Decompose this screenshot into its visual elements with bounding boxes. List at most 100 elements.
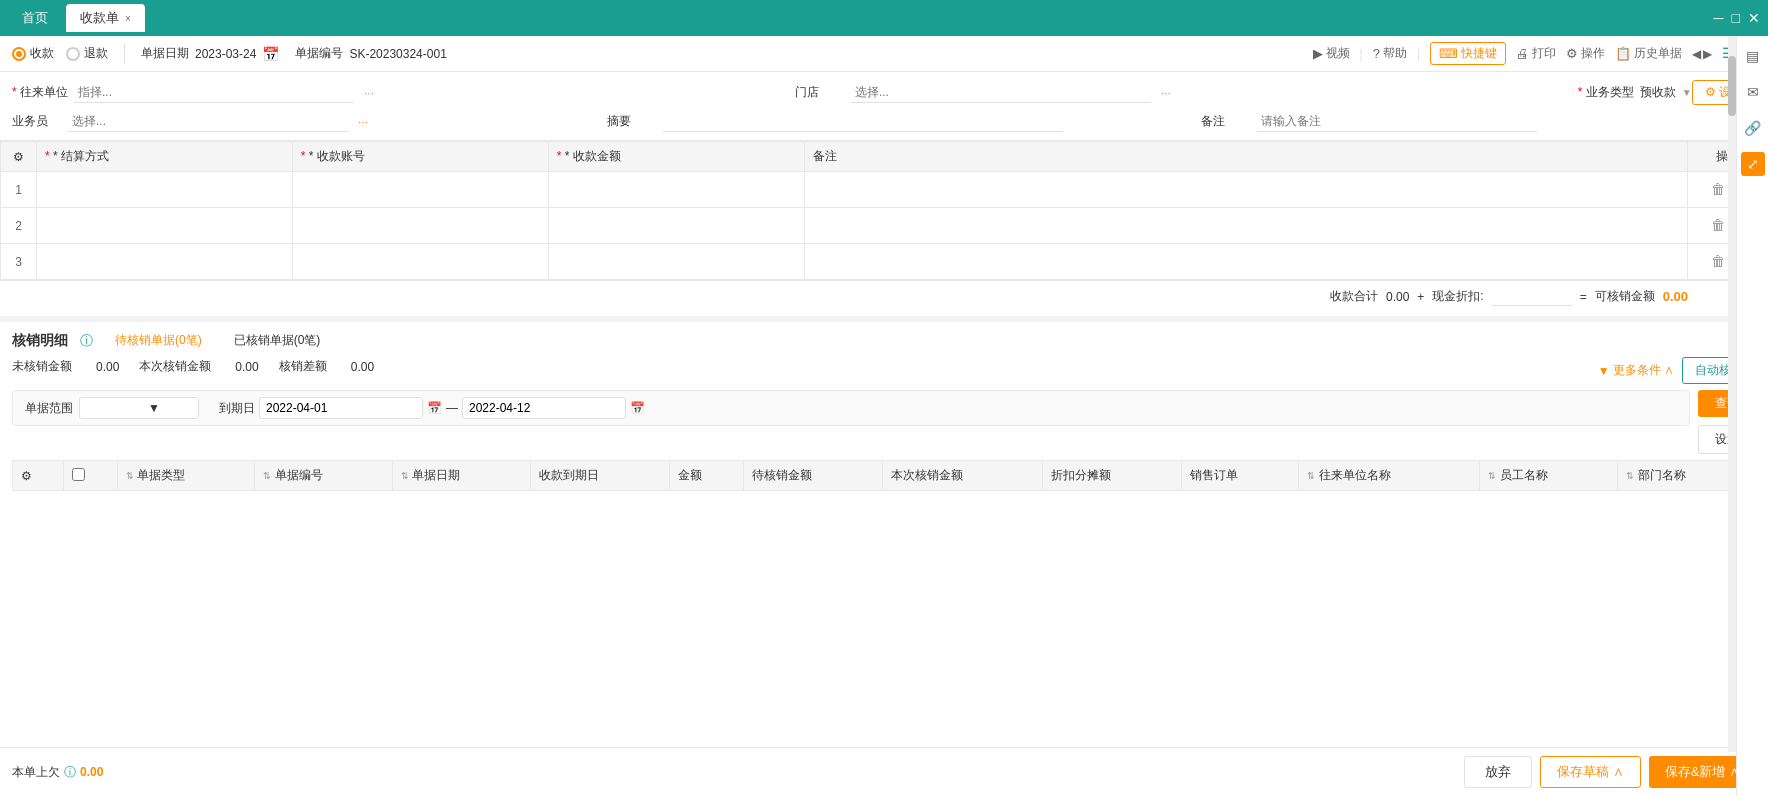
minimize-button[interactable]: ─ bbox=[1714, 10, 1724, 26]
calc-plus: + bbox=[1417, 290, 1424, 304]
calc-discount-label: 现金折扣: bbox=[1432, 288, 1483, 305]
history-action[interactable]: 📋 历史单据 bbox=[1615, 45, 1682, 62]
save-draft-button[interactable]: 保存草稿 ∧ bbox=[1540, 756, 1641, 788]
table-row: 1 🗑 ⧉ bbox=[1, 172, 1768, 208]
discard-button[interactable]: 放弃 bbox=[1464, 756, 1532, 788]
tab-bar: 首页 收款单 × ─ □ ✕ bbox=[0, 0, 1768, 36]
maximize-button[interactable]: □ bbox=[1732, 10, 1740, 26]
store-input[interactable] bbox=[851, 82, 1151, 103]
bottom-total: 本单上欠 ⓘ 0.00 bbox=[12, 764, 103, 781]
biz-type-dropdown[interactable]: ▼ bbox=[1682, 87, 1692, 98]
table-gear-col[interactable]: ⚙ bbox=[1, 142, 37, 172]
salesperson-input[interactable] bbox=[68, 111, 348, 132]
help-label: 帮助 bbox=[1383, 45, 1407, 62]
main-content: 收款 退款 单据日期 2023-03-24 📅 单据编号 SK-20230324… bbox=[0, 36, 1768, 796]
due-date-start[interactable] bbox=[259, 397, 423, 419]
remark-2[interactable] bbox=[804, 208, 1688, 244]
sidebar-link-icon[interactable]: 🔗 bbox=[1741, 116, 1765, 140]
calc-total-label: 收款合计 bbox=[1330, 288, 1378, 305]
sidebar-expand-icon[interactable]: ⤢ bbox=[1741, 152, 1765, 176]
operation-action[interactable]: ⚙ 操作 bbox=[1566, 45, 1605, 62]
account-3[interactable] bbox=[292, 244, 548, 280]
verify-title: 核销明细 bbox=[12, 332, 68, 350]
due-date-end[interactable] bbox=[462, 397, 626, 419]
settlement-2[interactable] bbox=[37, 208, 293, 244]
col-discount: 折扣分摊额 bbox=[1043, 461, 1182, 491]
account-2[interactable] bbox=[292, 208, 548, 244]
abstract-input[interactable] bbox=[663, 111, 1063, 132]
col-counterpart: ⇅ 往来单位名称 bbox=[1299, 461, 1480, 491]
range-select[interactable]: ▼ bbox=[79, 397, 199, 419]
remark-3[interactable] bbox=[804, 244, 1688, 280]
settlement-3[interactable] bbox=[37, 244, 293, 280]
verify-tab-pending-label: 待核销单据(0笔) bbox=[115, 332, 202, 349]
print-icon: 🖨 bbox=[1516, 46, 1529, 61]
settlement-1[interactable] bbox=[37, 172, 293, 208]
next-arrow[interactable]: ▶ bbox=[1703, 47, 1712, 61]
tab-receipt[interactable]: 收款单 × bbox=[66, 4, 145, 32]
calc-discount-input[interactable] bbox=[1492, 287, 1572, 306]
bottom-table: ⚙ ⇅ 单据类型 ⇅ 单据编号 ⇅ 单据日期 收款到期日 金额 待核销金额 本次… bbox=[12, 460, 1756, 739]
amount-2[interactable] bbox=[548, 208, 804, 244]
tab-home-label: 首页 bbox=[22, 9, 48, 27]
verify-info-icon[interactable]: ⓘ bbox=[80, 332, 93, 350]
sidebar-table-icon[interactable]: ▤ bbox=[1741, 44, 1765, 68]
shortcut-action[interactable]: ⌨ 快捷键 bbox=[1430, 42, 1506, 65]
operation-icon: ⚙ bbox=[1566, 46, 1578, 61]
biz-type-group: 业务类型 预收款 ▼ bbox=[1578, 84, 1692, 101]
print-action[interactable]: 🖨 打印 bbox=[1516, 45, 1556, 62]
delete-row-1[interactable]: 🗑 bbox=[1711, 181, 1725, 197]
verify-header: 核销明细 ⓘ 待核销单据(0笔) 已核销单据(0笔) bbox=[12, 330, 1756, 351]
col-gear[interactable]: ⚙ bbox=[13, 461, 64, 491]
video-action[interactable]: ▶ 视频 bbox=[1313, 45, 1350, 62]
table-settlement-col: * * 结算方式 bbox=[37, 142, 293, 172]
abstract-group: 摘要 bbox=[607, 111, 1162, 132]
col-checkbox[interactable] bbox=[63, 461, 117, 491]
col-sales-order: 销售订单 bbox=[1182, 461, 1299, 491]
tab-close-icon[interactable]: × bbox=[125, 13, 131, 24]
remark-input[interactable] bbox=[1257, 111, 1537, 132]
verify-tab-done[interactable]: 已核销单据(0笔) bbox=[224, 330, 331, 351]
filter-icon: ▼ bbox=[1598, 364, 1610, 378]
calendar-icon[interactable]: 📅 bbox=[262, 46, 279, 62]
calendar-end-icon[interactable]: 📅 bbox=[630, 401, 645, 415]
calc-verifiable-label: 可核销金额 bbox=[1595, 288, 1655, 305]
col-pending-amount: 待核销金额 bbox=[743, 461, 882, 491]
biz-type-text: 预收款 bbox=[1640, 84, 1676, 101]
verify-tab-pending[interactable]: 待核销单据(0笔) bbox=[105, 330, 212, 351]
video-label: 视频 bbox=[1326, 45, 1350, 62]
counterpart-more[interactable]: ··· bbox=[360, 86, 378, 100]
prev-arrow[interactable]: ◀ bbox=[1692, 47, 1701, 61]
radio-refund[interactable]: 退款 bbox=[66, 45, 108, 62]
radio-receipt[interactable]: 收款 bbox=[12, 45, 54, 62]
delete-row-2[interactable]: 🗑 bbox=[1711, 217, 1725, 233]
window-close-button[interactable]: ✕ bbox=[1748, 10, 1760, 26]
verify-section: 核销明细 ⓘ 待核销单据(0笔) 已核销单据(0笔) 未核销金额 0.00 本次… bbox=[0, 316, 1768, 747]
delete-row-3[interactable]: 🗑 bbox=[1711, 253, 1725, 269]
sidebar-email-icon[interactable]: ✉ bbox=[1741, 80, 1765, 104]
help-action[interactable]: ? 帮助 bbox=[1373, 45, 1407, 62]
select-all-checkbox[interactable] bbox=[72, 468, 85, 481]
shortcut-icon: ⌨ bbox=[1439, 46, 1458, 61]
scrollbar[interactable] bbox=[1728, 36, 1736, 752]
receipt-type-group: 收款 退款 bbox=[12, 45, 108, 62]
history-icon: 📋 bbox=[1615, 46, 1631, 61]
counterpart-input[interactable] bbox=[74, 82, 354, 103]
row-num-1: 1 bbox=[1, 172, 37, 208]
bottom-bar: 本单上欠 ⓘ 0.00 放弃 保存草稿 ∧ 保存&新增 ∧ bbox=[0, 747, 1768, 796]
amount-1[interactable] bbox=[548, 172, 804, 208]
more-conditions-label: 更多条件 ∧ bbox=[1613, 362, 1674, 379]
amount-3[interactable] bbox=[548, 244, 804, 280]
store-group: 门店 ··· bbox=[795, 82, 1538, 103]
current-value: 0.00 bbox=[235, 360, 258, 374]
salesperson-more[interactable]: ··· bbox=[354, 115, 372, 129]
account-1[interactable] bbox=[292, 172, 548, 208]
tab-home[interactable]: 首页 bbox=[8, 4, 62, 32]
unverified-label: 未核销金额 bbox=[12, 358, 72, 375]
more-conditions-button[interactable]: ▼ 更多条件 ∧ bbox=[1598, 362, 1674, 379]
store-more[interactable]: ··· bbox=[1157, 86, 1175, 100]
range-filter: 单据范围 ▼ bbox=[25, 397, 199, 419]
remark-1[interactable] bbox=[804, 172, 1688, 208]
form-row-2: 业务员 ··· 摘要 备注 bbox=[12, 111, 1756, 132]
calendar-start-icon[interactable]: 📅 bbox=[427, 401, 442, 415]
